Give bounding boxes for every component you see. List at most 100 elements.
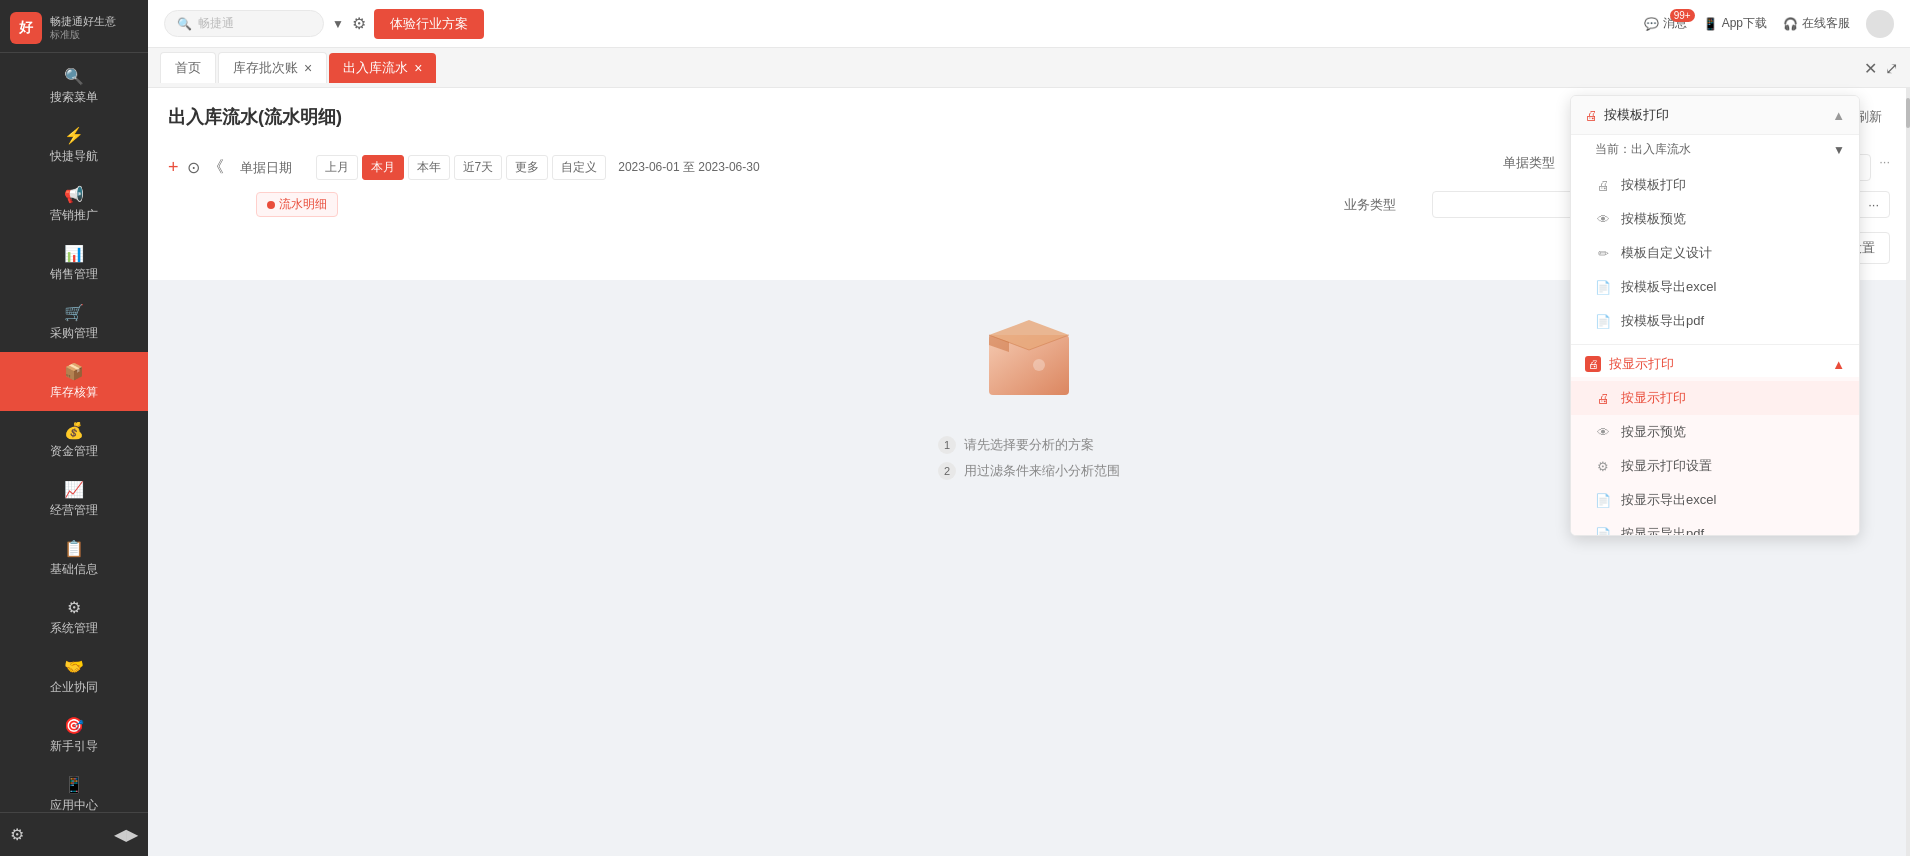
dropdown-item-display-pdf[interactable]: 📄 按显示导出pdf: [1571, 517, 1859, 535]
dropdown-item-template-pdf[interactable]: 📄 按模板导出pdf: [1571, 304, 1859, 338]
sidebar-item-search[interactable]: 🔍 搜索菜单: [0, 57, 148, 116]
tab-flow-close[interactable]: ×: [414, 61, 422, 75]
sidebar-item-app-center[interactable]: 📱 应用中心: [0, 765, 148, 812]
display-settings-label: 按显示打印设置: [1621, 457, 1712, 475]
tabbar-expand-button[interactable]: ⤢: [1885, 58, 1898, 77]
tab-batch-account[interactable]: 库存批次账 ×: [218, 52, 327, 83]
app-download-button[interactable]: 📱 App下载: [1703, 15, 1767, 32]
dropdown-item-template-excel[interactable]: 📄 按模板导出excel: [1571, 270, 1859, 304]
right-scrollbar: [1906, 88, 1910, 856]
display-section: 🖨 按显示打印 👁 按显示预览 ⚙ 按显示打印设置 📄 按显示导出excel 📄: [1571, 377, 1859, 535]
tabbar: 首页 库存批次账 × 出入库流水 × ✕ ⤢: [148, 48, 1910, 88]
sidebar-item-quick-nav-label: 快捷导航: [50, 148, 98, 165]
display-excel-icon: 📄: [1595, 492, 1611, 508]
dropdown-item-display-print[interactable]: 🖨 按显示打印: [1571, 381, 1859, 415]
sidebar-item-sales[interactable]: 📊 销售管理: [0, 234, 148, 293]
topbar-dropdown-button[interactable]: ▼: [332, 17, 344, 31]
dropdown-header-arrow[interactable]: ▲: [1832, 108, 1845, 123]
current-arrow: ▼: [1833, 143, 1845, 157]
dropdown-item-template-preview[interactable]: 👁 按模板预览: [1571, 202, 1859, 236]
tag-dot: [267, 201, 275, 209]
topbar-promo-button[interactable]: 体验行业方案: [374, 9, 484, 39]
tab-batch-account-label: 库存批次账: [233, 59, 298, 77]
filter-add-button[interactable]: +: [168, 157, 179, 178]
app-logo-icon: 好: [10, 12, 42, 44]
tab-home-label: 首页: [175, 59, 201, 77]
template-excel-icon: 📄: [1595, 279, 1611, 295]
sidebar-item-basic-info[interactable]: 📋 基础信息: [0, 529, 148, 588]
search-icon: 🔍: [64, 67, 84, 86]
sales-icon: 📊: [64, 244, 84, 263]
finance-icon: 💰: [64, 421, 84, 440]
dropdown-scroll: 当前：出入库流水 ▼ 🖨 按模板打印 👁 按模板预览 ✏ 模板自定义设计: [1571, 135, 1859, 535]
date-btn-7days[interactable]: 近7天: [454, 155, 503, 180]
display-section-title-text: 按显示打印: [1609, 355, 1674, 373]
display-print-label: 按显示打印: [1621, 389, 1686, 407]
tab-home[interactable]: 首页: [160, 52, 216, 83]
online-service-button[interactable]: 🎧 在线客服: [1783, 15, 1850, 32]
tab-flow[interactable]: 出入库流水 ×: [329, 53, 436, 83]
sidebar-item-enterprise[interactable]: 🤝 企业协同: [0, 647, 148, 706]
dropdown-item-template-design[interactable]: ✏ 模板自定义设计: [1571, 236, 1859, 270]
app-download-label: App下载: [1722, 15, 1767, 32]
messages-button[interactable]: 💬 消息 99+: [1644, 15, 1687, 32]
sidebar-item-guide-label: 新手引导: [50, 738, 98, 755]
empty-state: 1 请先选择要分析的方案 2 用过滤条件来缩小分析范围: [938, 300, 1120, 480]
filter-collapse-button[interactable]: 《: [208, 157, 224, 178]
sidebar-item-marketing[interactable]: 📢 营销推广: [0, 175, 148, 234]
display-section-icon: 🖨: [1585, 356, 1601, 372]
sidebar-item-finance[interactable]: 💰 资金管理: [0, 411, 148, 470]
filter-condition-button[interactable]: ⊙: [187, 158, 200, 177]
empty-hint-2: 2 用过滤条件来缩小分析范围: [938, 462, 1120, 480]
display-print-icon: 🖨: [1595, 390, 1611, 406]
sidebar-item-system[interactable]: ⚙ 系统管理: [0, 588, 148, 647]
date-btn-this-year[interactable]: 本年: [408, 155, 450, 180]
empty-hint-1: 1 请先选择要分析的方案: [938, 436, 1120, 454]
sidebar-item-operations[interactable]: 📈 经营管理: [0, 470, 148, 529]
template-section: 🖨 按模板打印 👁 按模板预览 ✏ 模板自定义设计 📄 按模板导出excel 📄: [1571, 164, 1859, 342]
dropdown-item-template-print[interactable]: 🖨 按模板打印: [1571, 168, 1859, 202]
empty-illustration: [969, 300, 1089, 420]
sidebar-item-purchase[interactable]: 🛒 采购管理: [0, 293, 148, 352]
sidebar-item-inventory[interactable]: 📦 库存核算: [0, 352, 148, 411]
dropdown-current-selection[interactable]: 当前：出入库流水 ▼: [1571, 135, 1859, 164]
page-title: 出入库流水(流水明细): [168, 105, 342, 129]
sidebar-item-operations-label: 经营管理: [50, 502, 98, 519]
dropdown-item-display-excel[interactable]: 📄 按显示导出excel: [1571, 483, 1859, 517]
date-filter-label: 单据日期: [240, 159, 300, 177]
sidebar-settings-button[interactable]: ⚙: [10, 825, 24, 844]
user-avatar[interactable]: [1866, 10, 1894, 38]
date-btn-custom[interactable]: 自定义: [552, 155, 606, 180]
sidebar-logo: 好 畅捷通好生意 标准版: [0, 0, 148, 53]
tab-batch-account-close[interactable]: ×: [304, 61, 312, 75]
sidebar-item-guide[interactable]: 🎯 新手引导: [0, 706, 148, 765]
tabbar-close-button[interactable]: ✕: [1864, 58, 1877, 77]
topbar-left: 🔍 畅捷通 ▼ ⚙ 体验行业方案: [164, 9, 1632, 39]
sidebar-collapse-button[interactable]: ◀▶: [114, 825, 138, 844]
sidebar-item-quick-nav[interactable]: ⚡ 快捷导航: [0, 116, 148, 175]
display-pdf-icon: 📄: [1595, 526, 1611, 535]
print-header-icon: 🖨: [1585, 108, 1598, 123]
topbar-settings-button[interactable]: ⚙: [352, 14, 366, 33]
dropdown-item-display-preview[interactable]: 👁 按显示预览: [1571, 415, 1859, 449]
app-badge: 标准版: [50, 28, 116, 42]
app-name: 畅捷通好生意: [50, 14, 116, 28]
template-pdf-label: 按模板导出pdf: [1621, 312, 1704, 330]
business-type-label: 业务类型: [1344, 196, 1424, 214]
inventory-icon: 📦: [64, 362, 84, 381]
date-btn-last-month[interactable]: 上月: [316, 155, 358, 180]
topbar: 🔍 畅捷通 ▼ ⚙ 体验行业方案 💬 消息 99+ 📱 App下载: [148, 0, 1910, 48]
dropdown-item-display-settings[interactable]: ⚙ 按显示打印设置: [1571, 449, 1859, 483]
date-range-display: 2023-06-01 至 2023-06-30: [618, 159, 759, 176]
messages-badge: 99+: [1670, 9, 1695, 22]
sidebar-item-search-label: 搜索菜单: [50, 89, 98, 106]
topbar-dropdown-arrow: ▼: [332, 17, 344, 31]
display-excel-label: 按显示导出excel: [1621, 491, 1716, 509]
operations-icon: 📈: [64, 480, 84, 499]
display-section-header[interactable]: 🖨 按显示打印 ▲: [1571, 347, 1859, 377]
right-scrollbar-thumb: [1906, 98, 1910, 128]
bill-type-more[interactable]: ···: [1879, 154, 1890, 181]
tabbar-right-actions: ✕ ⤢: [1864, 58, 1898, 77]
date-btn-this-month[interactable]: 本月: [362, 155, 404, 180]
date-btn-more[interactable]: 更多: [506, 155, 548, 180]
